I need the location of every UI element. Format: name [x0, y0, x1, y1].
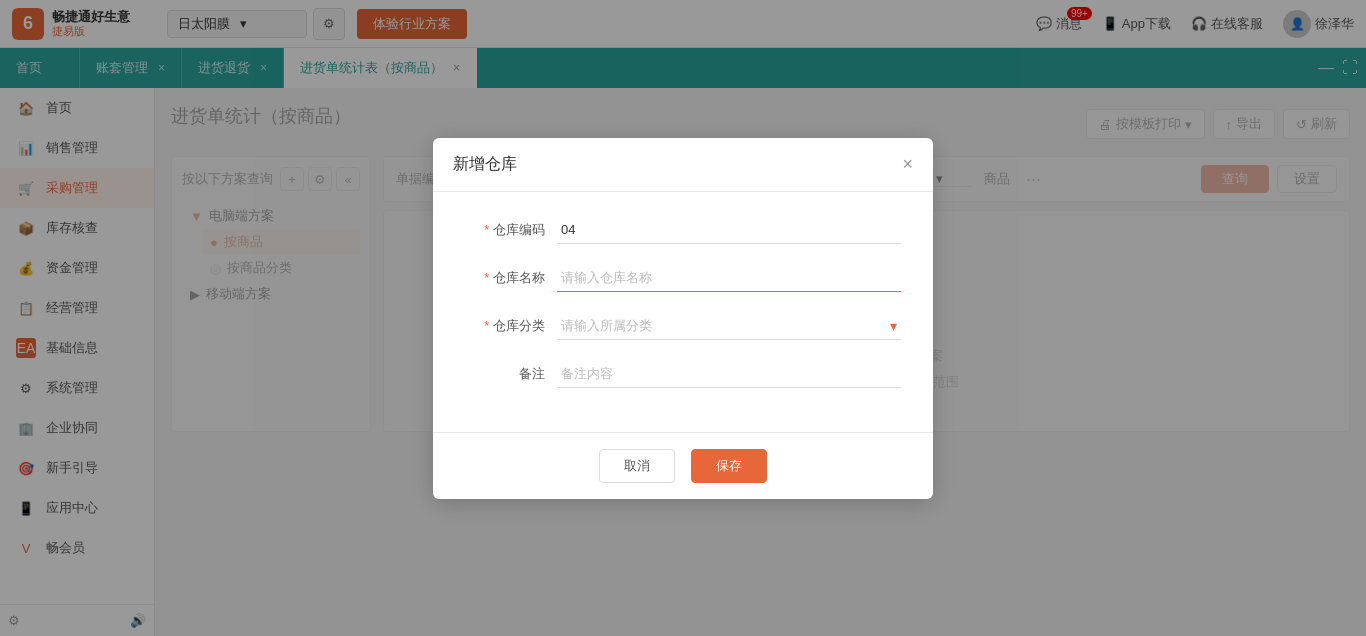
name-input[interactable] [557, 264, 901, 292]
name-label: 仓库名称 [465, 269, 545, 287]
modal-close-button[interactable]: × [902, 155, 913, 173]
form-row-name: 仓库名称 [465, 264, 901, 292]
cancel-button[interactable]: 取消 [599, 449, 675, 483]
remark-input[interactable] [557, 360, 901, 388]
modal-backdrop: 新增仓库 × 仓库编码 仓库名称 仓库分类 请输入所属分类 ▾ [0, 0, 1366, 636]
category-label: 仓库分类 [465, 317, 545, 335]
code-input[interactable] [557, 216, 901, 244]
code-label: 仓库编码 [465, 221, 545, 239]
form-row-remark: 备注 [465, 360, 901, 388]
new-warehouse-modal: 新增仓库 × 仓库编码 仓库名称 仓库分类 请输入所属分类 ▾ [433, 138, 933, 499]
modal-title: 新增仓库 [453, 154, 517, 175]
modal-footer: 取消 保存 [433, 432, 933, 499]
form-row-category: 仓库分类 请输入所属分类 ▾ [465, 312, 901, 340]
category-select-wrapper: 请输入所属分类 ▾ [557, 312, 901, 340]
modal-body: 仓库编码 仓库名称 仓库分类 请输入所属分类 ▾ 备注 [433, 192, 933, 432]
remark-label: 备注 [465, 365, 545, 383]
form-row-code: 仓库编码 [465, 216, 901, 244]
save-button[interactable]: 保存 [691, 449, 767, 483]
category-select[interactable]: 请输入所属分类 [557, 312, 901, 340]
modal-header: 新增仓库 × [433, 138, 933, 192]
